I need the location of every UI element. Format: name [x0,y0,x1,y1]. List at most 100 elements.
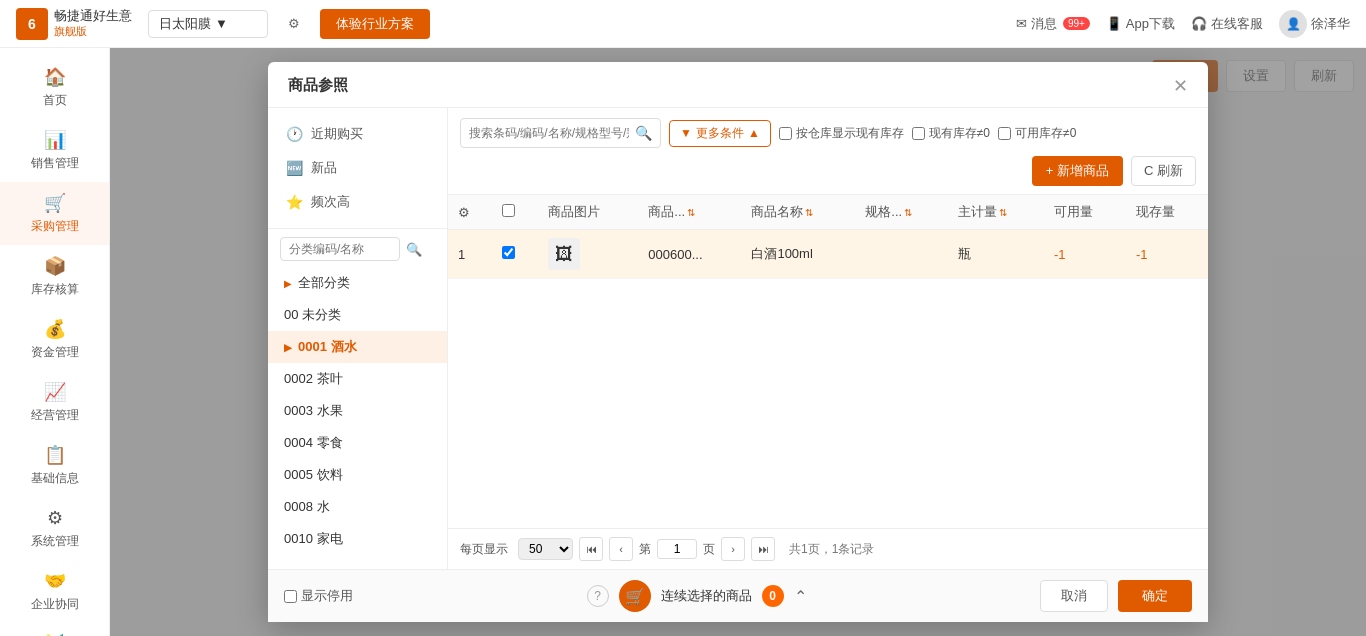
sidebar-item-inventory[interactable]: 📦 库存核算 [0,245,109,308]
th-unit[interactable]: 主计量⇅ [948,195,1044,230]
product-search-icon[interactable]: 🔍 [635,125,652,141]
modal-title: 商品参照 [288,76,348,95]
sidebar-label-operations: 经营管理 [31,407,79,424]
message-badge: 99+ [1063,17,1090,30]
sidebar-item-sales[interactable]: 📊 销售管理 [0,119,109,182]
sidebar-item-operations[interactable]: 📈 经营管理 [0,371,109,434]
sidebar-item-finance[interactable]: 💰 资金管理 [0,308,109,371]
username: 徐泽华 [1311,15,1350,33]
available-stock-checkbox[interactable]: 可用库存≠0 [998,125,1076,142]
footer-left: 显示停用 [284,587,353,605]
store-selector[interactable]: 日太阳膜 ▼ [148,10,268,38]
clock-icon: 🕐 [286,126,303,142]
logo-sub: 旗舰版 [54,24,132,39]
tab-frequent-label: 频次高 [311,193,350,211]
new-icon: 🆕 [286,160,303,176]
nonzero-stock-checkbox[interactable]: 现有库存≠0 [912,125,990,142]
modal-close-button[interactable]: ✕ [1173,77,1188,95]
category-appliance[interactable]: 0010 家电 [268,523,447,555]
trial-button[interactable]: 体验行业方案 [320,9,430,39]
messages-button[interactable]: ✉ 消息 99+ [1016,15,1090,33]
category-fruit[interactable]: 0003 水果 [268,395,447,427]
row-num: 1 [448,230,492,279]
help-icon[interactable]: ? [587,585,609,607]
product-table: ⚙ 商品图片 商品...⇅ 商品名称⇅ 规格...⇅ 主计量⇅ 可用量 现存量 [448,195,1208,279]
row-checkbox[interactable] [492,230,538,279]
settings-icon[interactable]: ⚙ [280,10,308,38]
inventory-icon: 📦 [44,255,66,277]
tab-new-products[interactable]: 🆕 新品 [276,152,439,184]
category-water[interactable]: 0008 水 [268,491,447,523]
add-product-button[interactable]: + 新增商品 [1032,156,1123,186]
per-page-select[interactable]: 102050100 [518,538,573,560]
cart-collapse-button[interactable]: ⌃ [794,587,807,606]
purchase-icon: 🛒 [44,192,66,214]
category-tea[interactable]: 0002 茶叶 [268,363,447,395]
category-appliance-label: 0010 家电 [284,530,343,548]
sidebar-item-system[interactable]: ⚙ 系统管理 [0,497,109,560]
category-all[interactable]: ▶ 全部分类 [268,267,447,299]
warehouse-stock-checkbox-input[interactable] [779,127,792,140]
th-code[interactable]: 商品...⇅ [638,195,741,230]
category-uncategorized[interactable]: 00 未分类 [268,299,447,331]
footer-cart-area: ? 🛒 连续选择的商品 0 ⌃ [365,580,1028,612]
online-service-button[interactable]: 🎧 在线客服 [1191,15,1263,33]
cart-label: 连续选择的商品 [661,587,752,605]
prev-page-button[interactable]: ‹ [609,537,633,561]
sidebar-item-guide[interactable]: 🔰 新手引导 [0,623,109,636]
first-page-button[interactable]: ⏮ [579,537,603,561]
confirm-button[interactable]: 确定 [1118,580,1192,612]
modal-header: 商品参照 ✕ [268,62,1208,108]
tab-frequent[interactable]: ⭐ 频次高 [276,186,439,218]
table-refresh-button[interactable]: C 刷新 [1131,156,1196,186]
product-search-box: 🔍 [460,118,661,148]
row-stock: -1 [1126,230,1208,279]
category-liquor[interactable]: ▶ 0001 酒水 [268,331,447,363]
system-icon: ⚙ [47,507,63,529]
category-search-input[interactable] [280,237,400,261]
sidebar-item-enterprise[interactable]: 🤝 企业协同 [0,560,109,623]
category-search-icon[interactable]: 🔍 [406,242,422,257]
cart-icon[interactable]: 🛒 [619,580,651,612]
product-search-input[interactable] [469,126,629,140]
th-spec[interactable]: 规格...⇅ [855,195,948,230]
sidebar-label-purchase: 采购管理 [31,218,79,235]
page-number-input[interactable] [657,539,697,559]
last-page-button[interactable]: ⏭ [751,537,775,561]
category-uncategorized-label: 00 未分类 [284,306,341,324]
sidebar-label-sales: 销售管理 [31,155,79,172]
show-disabled-input[interactable] [284,590,297,603]
warehouse-stock-checkbox[interactable]: 按仓库显示现有库存 [779,125,904,142]
filter-label: 更多条件 [696,125,744,142]
select-all-checkbox[interactable] [502,204,515,217]
toolbar-right: + 新增商品 C 刷新 [1032,156,1196,186]
next-page-button[interactable]: › [721,537,745,561]
cancel-button[interactable]: 取消 [1040,580,1108,612]
available-stock-checkbox-input[interactable] [998,127,1011,140]
th-stock: 现存量 [1126,195,1208,230]
category-snack[interactable]: 0004 零食 [268,427,447,459]
row-code: 000600... [638,230,741,279]
show-disabled-checkbox[interactable]: 显示停用 [284,587,353,605]
th-checkbox[interactable] [492,195,538,230]
row-image: 🖼 [538,230,638,279]
sidebar-label-basic-info: 基础信息 [31,470,79,487]
row-checkbox-input[interactable] [502,246,515,259]
category-beverage[interactable]: 0005 饮料 [268,459,447,491]
tab-recent-purchase[interactable]: 🕐 近期购买 [276,118,439,150]
th-settings[interactable]: ⚙ [448,195,492,230]
app-download-button[interactable]: 📱 App下载 [1106,15,1175,33]
sidebar-item-home[interactable]: 🏠 首页 [0,56,109,119]
more-filters-button[interactable]: ▼ 更多条件 ▲ [669,120,771,147]
category-snack-label: 0004 零食 [284,434,343,452]
sidebar-item-basic-info[interactable]: 📋 基础信息 [0,434,109,497]
table-header-row: ⚙ 商品图片 商品...⇅ 商品名称⇅ 规格...⇅ 主计量⇅ 可用量 现存量 [448,195,1208,230]
store-name: 日太阳膜 [159,15,211,33]
product-table-wrap: ⚙ 商品图片 商品...⇅ 商品名称⇅ 规格...⇅ 主计量⇅ 可用量 现存量 [448,195,1208,528]
table-row[interactable]: 1 🖼 000600... 白酒100ml 瓶 -1 -1 [448,230,1208,279]
category-liquor-label: 0001 酒水 [298,338,357,356]
nonzero-stock-checkbox-input[interactable] [912,127,925,140]
sidebar-item-purchase[interactable]: 🛒 采购管理 [0,182,109,245]
th-name[interactable]: 商品名称⇅ [741,195,855,230]
user-profile[interactable]: 👤 徐泽华 [1279,10,1350,38]
